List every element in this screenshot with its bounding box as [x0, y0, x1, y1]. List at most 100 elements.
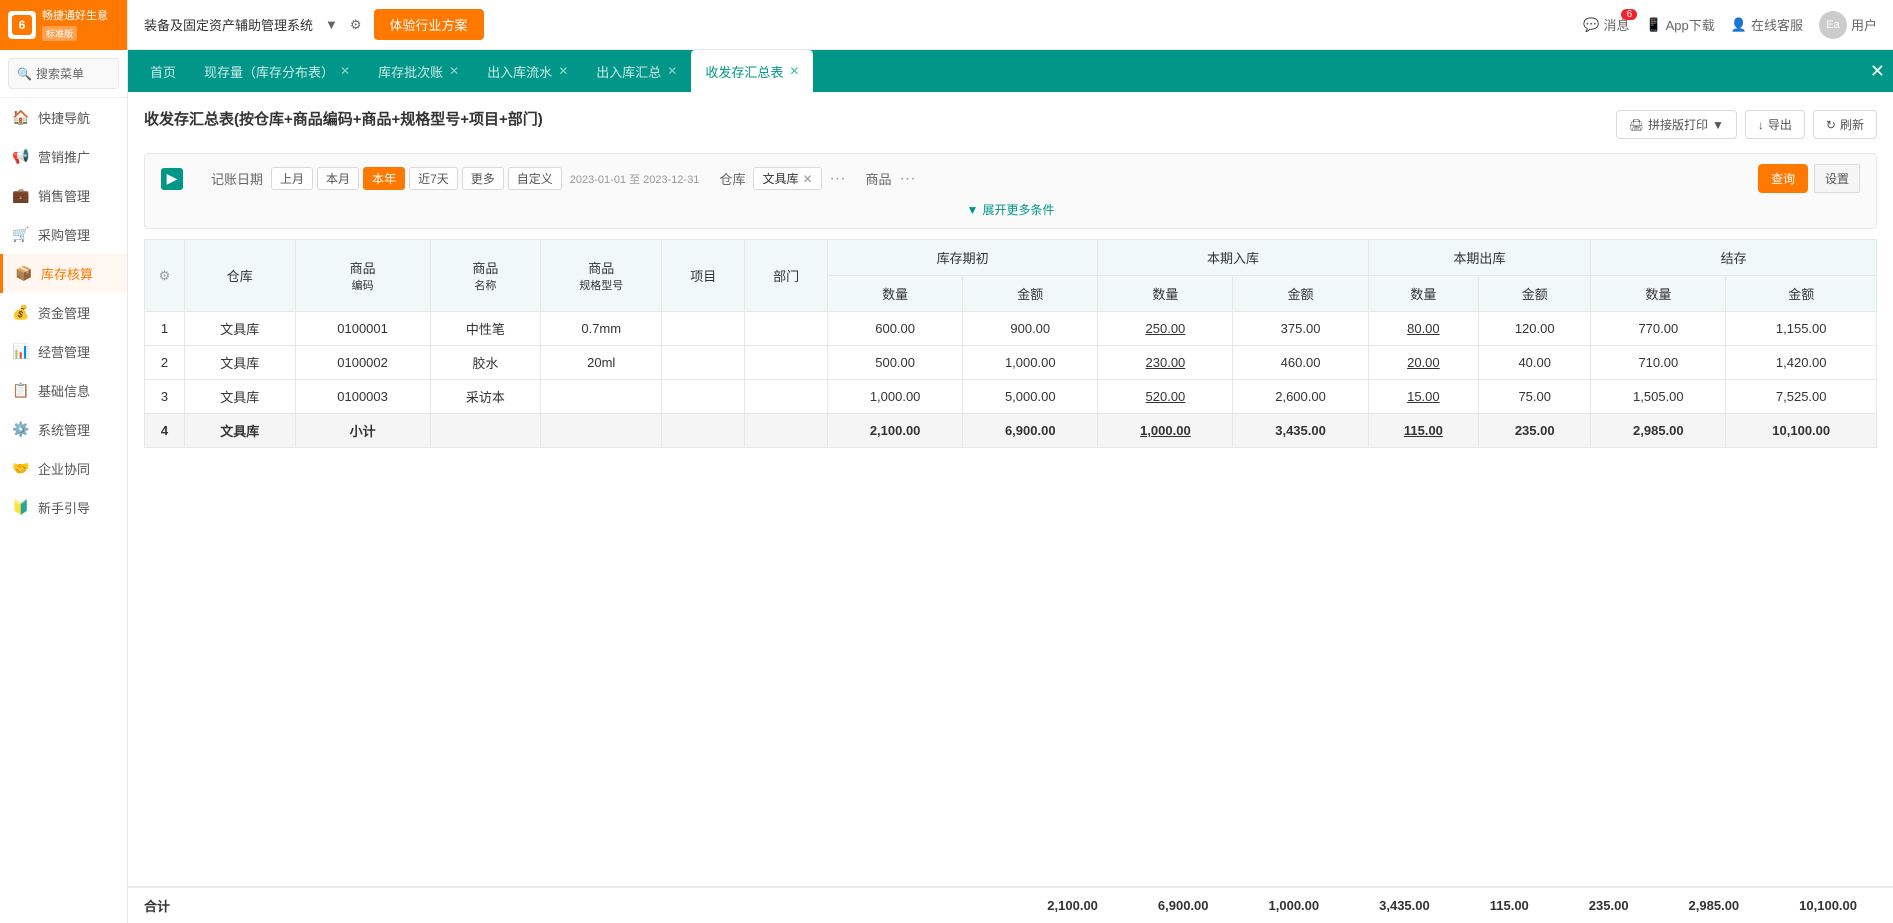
col-header-goods-spec: 商品规格型号	[541, 240, 662, 312]
tab-home[interactable]: 首页	[136, 50, 190, 92]
row-project	[662, 312, 745, 346]
tab-close-icon[interactable]: ✕	[340, 64, 350, 78]
sales-icon: 💼	[12, 187, 30, 204]
row-in-qty[interactable]: 520.00	[1098, 380, 1233, 414]
filter-toggle-button[interactable]: ▶	[161, 168, 183, 190]
total-out-amount: 235.00	[1589, 898, 1629, 913]
tab-in-out-summary[interactable]: 出入库汇总 ✕	[582, 50, 691, 92]
sidebar-item-label: 库存核算	[41, 264, 93, 283]
subtotal-out-qty-link[interactable]: 115.00	[1404, 423, 1443, 438]
sidebar-item-marketing[interactable]: 📢 营销推广	[0, 137, 127, 176]
message-button[interactable]: 💬 消息 6	[1583, 15, 1629, 34]
warehouse-more-icon[interactable]: ···	[830, 170, 846, 188]
settings-icon[interactable]: ⚙	[350, 17, 362, 33]
date-custom[interactable]: 自定义	[508, 167, 562, 190]
app-download-button[interactable]: 📱 App下载	[1645, 15, 1714, 34]
top-header: 装备及固定资产辅助管理系统 ▼ ⚙ 体验行业方案 💬 消息 6 📱 App下载 …	[128, 0, 1893, 50]
export-button[interactable]: ↓ 导出	[1745, 110, 1805, 139]
total-in-amount: 3,435.00	[1379, 898, 1430, 913]
warehouse-tag[interactable]: 文具库 ✕	[753, 167, 821, 190]
total-balance-qty: 2,985.00	[1689, 898, 1740, 913]
tab-label: 出入库汇总	[596, 62, 661, 81]
col-header-in-qty: 数量	[1098, 276, 1233, 312]
date-more[interactable]: 更多	[462, 167, 504, 190]
tab-inventory-dist[interactable]: 现存量（库存分布表） ✕	[190, 50, 364, 92]
sidebar-item-system[interactable]: ⚙️ 系统管理	[0, 410, 127, 449]
subtotal-warehouse: 文具库	[185, 414, 296, 448]
experience-button[interactable]: 体验行业方案	[374, 9, 484, 40]
col-header-balance: 结存	[1591, 240, 1877, 276]
warehouse-tag-close[interactable]: ✕	[802, 172, 812, 186]
out-qty-link[interactable]: 20.00	[1407, 355, 1440, 370]
row-opening-qty: 1,000.00	[828, 380, 963, 414]
search-menu-button[interactable]: 🔍 搜索菜单	[8, 58, 119, 89]
table-wrapper: ⚙ 仓库 商品编码 商品名称 商品规格型号 项目 部门 库存期初 本期入库 本期…	[144, 239, 1877, 448]
date-this-year[interactable]: 本年	[363, 167, 405, 190]
row-in-amount: 2,600.00	[1233, 380, 1368, 414]
user-menu[interactable]: Ea 用户	[1819, 11, 1877, 39]
tab-close-icon[interactable]: ✕	[558, 64, 568, 78]
total-out-qty: 115.00	[1490, 898, 1529, 913]
tab-in-out-flow[interactable]: 出入库流水 ✕	[473, 50, 582, 92]
sidebar-item-finance[interactable]: 💰 资金管理	[0, 293, 127, 332]
in-qty-link[interactable]: 520.00	[1146, 389, 1186, 404]
query-button[interactable]: 查询	[1758, 164, 1808, 193]
system-icon: ⚙️	[12, 421, 30, 438]
expand-filter-button[interactable]: ▼ 展开更多条件	[161, 201, 1860, 218]
gear-icon[interactable]: ⚙	[159, 268, 171, 283]
tab-home-label: 首页	[150, 62, 176, 81]
print-button[interactable]: 🖨 拼接版打印 ▼	[1616, 110, 1737, 139]
subtotal-in-qty-link[interactable]: 1,000.00	[1140, 423, 1191, 438]
tab-recv-send-summary[interactable]: 收发存汇总表 ✕	[691, 50, 813, 92]
row-in-qty[interactable]: 230.00	[1098, 346, 1233, 380]
online-service-button[interactable]: 👤 在线客服	[1731, 15, 1803, 34]
goods-more-icon[interactable]: ···	[900, 170, 916, 188]
row-out-amount: 120.00	[1479, 312, 1591, 346]
sidebar-item-guide[interactable]: 🔰 新手引导	[0, 488, 127, 527]
tab-close-icon[interactable]: ✕	[449, 64, 459, 78]
out-qty-link[interactable]: 15.00	[1407, 389, 1440, 404]
sidebar-item-label: 销售管理	[38, 186, 90, 205]
sidebar-item-operation[interactable]: 📊 经营管理	[0, 332, 127, 371]
sidebar-item-basic[interactable]: 📋 基础信息	[0, 371, 127, 410]
sidebar-header: 6 畅捷通好生意 标准版	[0, 0, 127, 50]
user-label: 用户	[1851, 15, 1877, 34]
sidebar-item-purchase[interactable]: 🛒 采购管理	[0, 215, 127, 254]
row-out-qty[interactable]: 15.00	[1368, 380, 1479, 414]
row-opening-amount: 5,000.00	[963, 380, 1098, 414]
row-goods-code: 0100002	[295, 346, 430, 380]
marketing-icon: 📢	[12, 148, 30, 165]
total-balance-amount: 10,100.00	[1799, 898, 1857, 913]
row-opening-qty: 600.00	[828, 312, 963, 346]
sidebar-item-enterprise[interactable]: 🤝 企业协同	[0, 449, 127, 488]
tab-close-icon[interactable]: ✕	[667, 64, 677, 78]
date-last-month[interactable]: 上月	[271, 167, 313, 190]
tab-batch-ledger[interactable]: 库存批次账 ✕	[364, 50, 473, 92]
row-in-amount: 460.00	[1233, 346, 1368, 380]
in-qty-link[interactable]: 250.00	[1146, 321, 1186, 336]
sidebar-item-inventory[interactable]: 📦 库存核算	[0, 254, 127, 293]
col-header-opening-qty: 数量	[828, 276, 963, 312]
tab-close-icon[interactable]: ✕	[789, 64, 799, 78]
settings-side-button[interactable]: 设置	[1814, 164, 1860, 193]
out-qty-link[interactable]: 80.00	[1407, 321, 1440, 336]
system-dropdown[interactable]: ▼	[325, 17, 338, 32]
logo-text: 6	[12, 15, 32, 35]
close-all-tabs-button[interactable]: ✕	[1870, 61, 1885, 82]
subtotal-num: 4	[145, 414, 185, 448]
sidebar-item-sales[interactable]: 💼 销售管理	[0, 176, 127, 215]
goods-filter: 商品 ···	[866, 169, 1738, 188]
row-in-qty[interactable]: 250.00	[1098, 312, 1233, 346]
row-out-qty[interactable]: 20.00	[1368, 346, 1479, 380]
subtotal-in-amount: 3,435.00	[1233, 414, 1368, 448]
date-last-7days[interactable]: 近7天	[409, 167, 458, 190]
in-qty-link[interactable]: 230.00	[1146, 355, 1186, 370]
refresh-button[interactable]: ↻ 刷新	[1813, 110, 1877, 139]
sidebar-item-label: 营销推广	[38, 147, 90, 166]
row-out-qty[interactable]: 80.00	[1368, 312, 1479, 346]
subtotal-opening-amount: 6,900.00	[963, 414, 1098, 448]
guide-icon: 🔰	[12, 499, 30, 516]
sidebar-item-quick-nav[interactable]: 🏠 快捷导航	[0, 98, 127, 137]
subtotal-opening-qty: 2,100.00	[828, 414, 963, 448]
date-this-month[interactable]: 本月	[317, 167, 359, 190]
